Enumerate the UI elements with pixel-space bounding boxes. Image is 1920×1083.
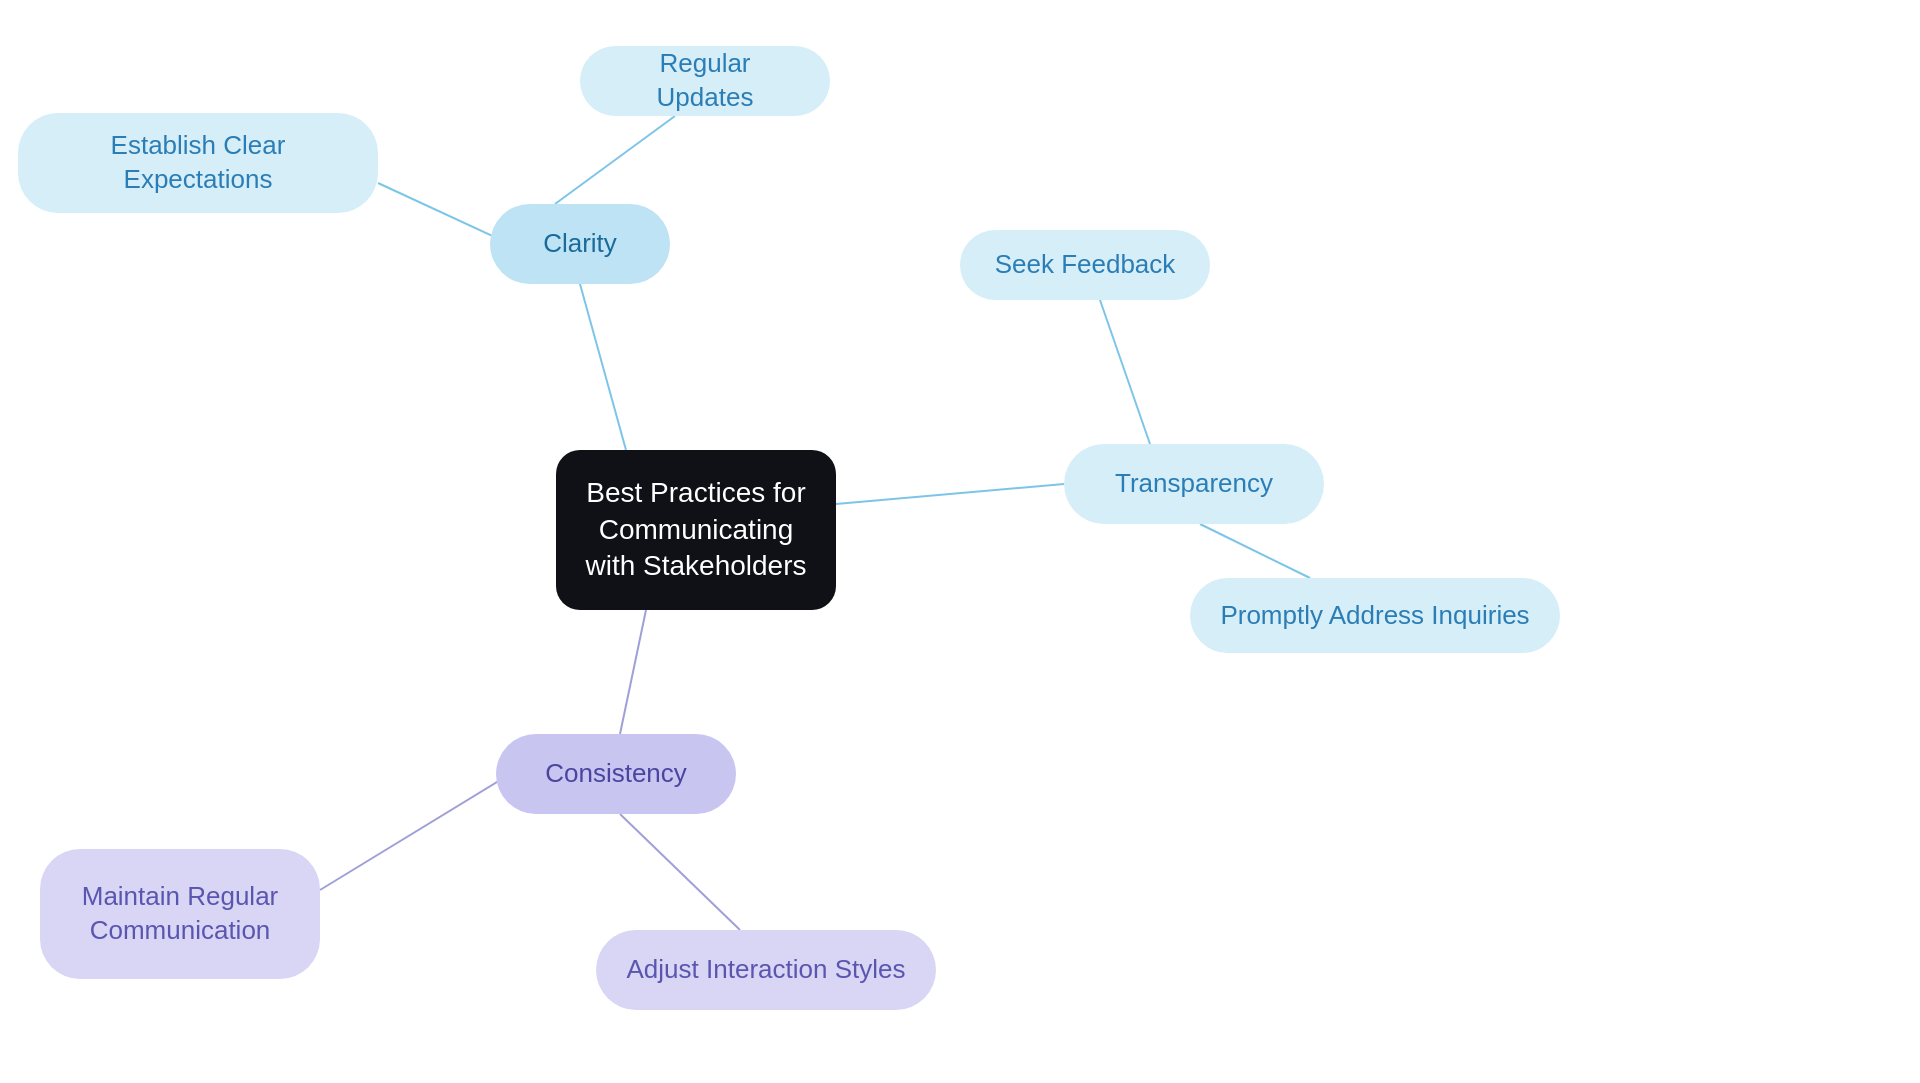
center-node: Best Practices for Communicating with St…: [556, 450, 836, 610]
establish-clear-expectations-node: Establish Clear Expectations: [18, 113, 378, 213]
promptly-address-label: Promptly Address Inquiries: [1220, 599, 1529, 633]
adjust-interaction-styles-node: Adjust Interaction Styles: [596, 930, 936, 1010]
svg-line-8: [620, 814, 740, 930]
svg-line-1: [555, 116, 675, 204]
transparency-node: Transparency: [1064, 444, 1324, 524]
seek-feedback-label: Seek Feedback: [995, 248, 1176, 282]
regular-updates-label: Regular Updates: [608, 47, 802, 115]
clarity-node: Clarity: [490, 204, 670, 284]
svg-line-5: [1200, 524, 1310, 578]
regular-updates-node: Regular Updates: [580, 46, 830, 116]
maintain-regular-label: Maintain Regular Communication: [68, 880, 292, 948]
svg-line-3: [836, 484, 1064, 504]
promptly-address-node: Promptly Address Inquiries: [1190, 578, 1560, 653]
svg-line-4: [1100, 300, 1150, 444]
clarity-label: Clarity: [543, 227, 617, 261]
svg-line-6: [620, 610, 646, 734]
consistency-node: Consistency: [496, 734, 736, 814]
center-label: Best Practices for Communicating with St…: [580, 475, 812, 584]
svg-line-7: [320, 774, 510, 890]
transparency-label: Transparency: [1115, 467, 1273, 501]
establish-clear-label: Establish Clear Expectations: [46, 129, 350, 197]
maintain-regular-communication-node: Maintain Regular Communication: [40, 849, 320, 979]
adjust-interaction-label: Adjust Interaction Styles: [627, 953, 906, 987]
svg-line-0: [580, 284, 626, 450]
seek-feedback-node: Seek Feedback: [960, 230, 1210, 300]
consistency-label: Consistency: [545, 757, 687, 791]
